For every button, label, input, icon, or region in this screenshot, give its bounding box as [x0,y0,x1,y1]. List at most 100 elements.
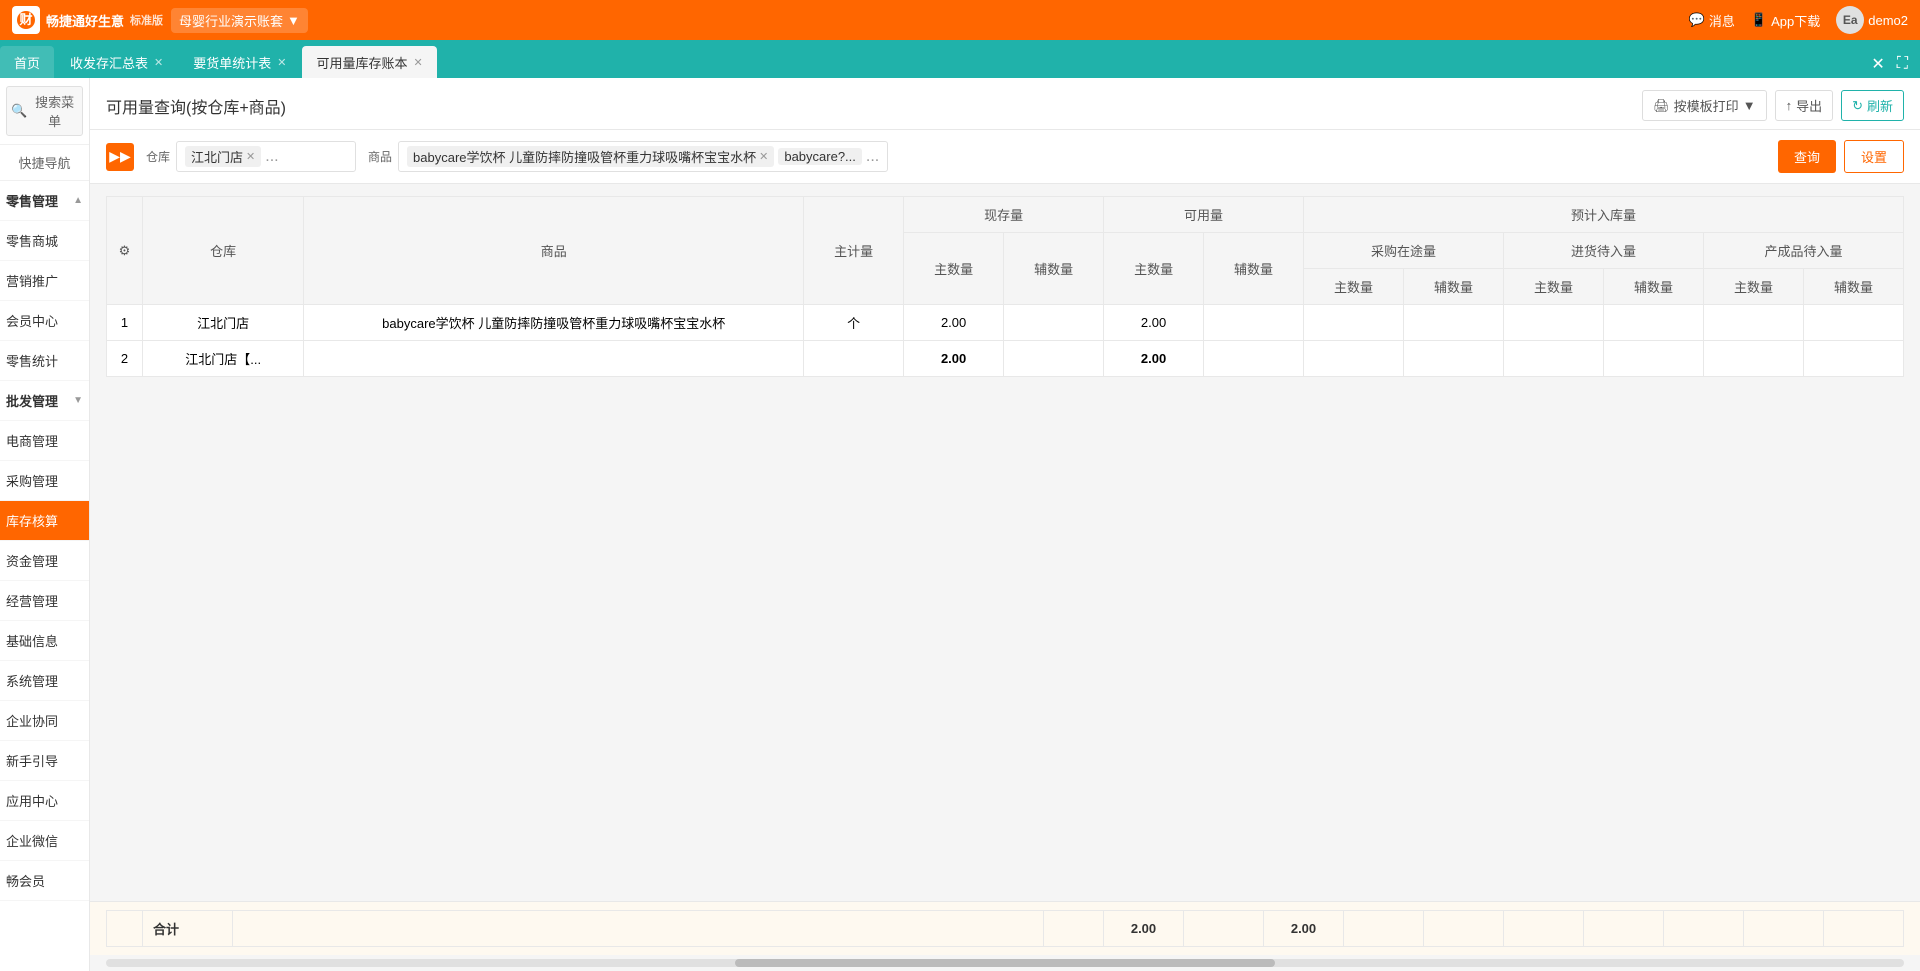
settings-btn[interactable]: 设置 [1844,140,1904,173]
incoming-pending-header: 进货待入量 [1504,233,1704,269]
row1-finished-main [1703,305,1803,341]
row1-incoming-aux [1604,305,1704,341]
horizontal-scrollbar[interactable] [106,959,1904,967]
refresh-icon: ↻ [1852,98,1863,114]
finished-goods-header: 产成品待入量 [1703,233,1903,269]
avatar: Ea [1836,6,1864,34]
user-profile[interactable]: Ea demo2 [1836,6,1908,34]
row1-incoming-main [1504,305,1604,341]
quick-nav-btn[interactable]: 快捷导航 [0,145,89,181]
nav-fullscreen-btn[interactable]: ⛶ [1893,51,1912,77]
query-btn[interactable]: 查询 [1778,140,1836,173]
app-download-icon: 📱 [1751,12,1767,28]
tab-available-stock[interactable]: 可用量库存账本 ✕ [302,46,436,78]
sidebar-item-basic-info[interactable]: 基础信息 [0,621,89,661]
sidebar-item-inventory-check[interactable]: 库存核算 [0,501,89,541]
tab-order-stats[interactable]: 要货单统计表 ✕ [179,46,300,78]
table-container: ⚙ 仓库 商品 主计量 现存量 可用量 预计入库量 主数量 辅数量 主数量 辅数… [90,184,1920,901]
sidebar-item-app-center[interactable]: 应用中心 [0,781,89,821]
row2-incoming-main [1504,341,1604,377]
warehouse-label: 仓库 [146,148,170,165]
close-tab-available-stock[interactable]: ✕ [414,56,423,69]
col-product-header: 商品 [304,197,804,305]
page-actions: 🖨 按模板打印 ▼ ↑ 导出 ↻ 刷新 [1642,90,1904,121]
tab-receive-summary[interactable]: 收发存汇总表 ✕ [56,46,177,78]
total-unit-empty [1044,911,1104,947]
sidebar-item-enterprise-collab[interactable]: 企业协同 [0,701,89,741]
row2-product [304,341,804,377]
main-layout: 🔍 搜索菜单 快捷导航 零售管理 ▲ 零售商城 营销推广 会员中心 零售统计 批… [0,78,1920,971]
available-main-qty-header: 主数量 [1104,233,1204,305]
row2-stock-aux [1004,341,1104,377]
row1-finished-aux [1803,305,1903,341]
warehouse-input[interactable]: 江北门店 ✕ ... [176,141,356,172]
sidebar-item-new-guide[interactable]: 新手引导 [0,741,89,781]
close-tab-order-stats[interactable]: ✕ [277,56,286,69]
sidebar-item-vip-member[interactable]: 畅会员 [0,861,89,901]
sidebar-item-member-center[interactable]: 会员中心 [0,301,89,341]
sidebar-item-retail-mall[interactable]: 零售商城 [0,221,89,261]
col-available-header: 可用量 [1104,197,1304,233]
row2-incoming-aux [1604,341,1704,377]
row1-available-main: 2.00 [1104,305,1204,341]
row1-stock-aux [1004,305,1104,341]
sidebar-item-ecommerce-mgmt[interactable]: 电商管理 [0,421,89,461]
sidebar-item-retail-mgmt[interactable]: 零售管理 ▲ [0,181,89,221]
template-print-btn[interactable]: 🖨 按模板打印 ▼ [1642,90,1766,121]
print-icon: 🖨 [1653,98,1670,114]
row1-purchase-main [1304,305,1404,341]
sidebar-item-purchase-mgmt[interactable]: 采购管理 [0,461,89,501]
scrollbar-area [90,955,1920,971]
sidebar-item-enterprise-wechat[interactable]: 企业微信 [0,821,89,861]
total-available-main: 2.00 [1264,911,1344,947]
search-menu-btn[interactable]: 🔍 搜索菜单 [6,86,83,136]
total-finished-main [1744,911,1824,947]
remove-warehouse-tag[interactable]: ✕ [246,150,255,163]
remove-product-tag-1[interactable]: ✕ [759,150,768,163]
filter-actions: 查询 设置 [1778,140,1904,173]
sidebar-item-system-mgmt[interactable]: 系统管理 [0,661,89,701]
total-available-aux [1344,911,1424,947]
row1-unit: 个 [804,305,904,341]
sidebar-item-wholesale-mgmt[interactable]: 批发管理 ▼ [0,381,89,421]
sidebar-item-retail-stats[interactable]: 零售统计 [0,341,89,381]
refresh-btn[interactable]: ↻ 刷新 [1841,90,1904,121]
expand-icon-wholesale: ▼ [73,395,83,406]
industry-selector[interactable]: 母婴行业演示账套 ▼ [171,8,308,33]
table-row: 2 江北门店【... 2.00 2.00 [107,341,1904,377]
app-download-btn[interactable]: 📱 App下载 [1751,11,1820,30]
row2-finished-aux [1803,341,1903,377]
product-label: 商品 [368,148,392,165]
message-btn[interactable]: 💬 消息 [1689,11,1735,30]
incoming-main-header: 主数量 [1504,269,1604,305]
page-title: 可用量查询(按仓库+商品) [106,94,286,118]
sidebar-item-finance-mgmt[interactable]: 资金管理 [0,541,89,581]
col-current-stock-header: 现存量 [904,197,1104,233]
table-row: 1 江北门店 babycare学饮杯 儿童防摔防撞吸管杯重力球吸嘴杯宝宝水杯 个… [107,305,1904,341]
product-input[interactable]: babycare学饮杯 儿童防摔防撞吸管杯重力球吸嘴杯宝宝水杯 ✕ babyca… [398,141,888,172]
row2-index: 2 [107,341,143,377]
product-more-btn[interactable]: ... [866,148,879,166]
warehouse-more-btn[interactable]: ... [265,148,278,166]
filter-expand-btn[interactable]: ▶▶ [106,143,134,171]
close-tab-receive-summary[interactable]: ✕ [154,56,163,69]
tab-home[interactable]: 首页 [0,46,54,78]
scrollbar-thumb[interactable] [735,959,1274,967]
col-main-unit-header: 主计量 [804,197,904,305]
col-warehouse-header: 仓库 [143,197,304,305]
logo-area: 财 畅捷通好生意 标准版 [12,6,163,34]
sidebar-item-marketing[interactable]: 营销推广 [0,261,89,301]
settings-icon[interactable]: ⚙ [119,243,131,258]
filter-bar: ▶▶ 仓库 江北门店 ✕ ... 商品 babycare学饮杯 儿童防摔防撞吸管… [90,130,1920,184]
incoming-aux-header: 辅数量 [1604,269,1704,305]
export-btn[interactable]: ↑ 导出 [1775,90,1834,121]
row2-stock-main: 2.00 [904,341,1004,377]
row1-warehouse: 江北门店 [143,305,304,341]
nav-close-btn[interactable]: ✕ [1867,50,1888,78]
row2-warehouse: 江北门店【... [143,341,304,377]
app-logo-icon: 财 [12,6,40,34]
sidebar-item-operations-mgmt[interactable]: 经营管理 [0,581,89,621]
total-incoming-aux [1664,911,1744,947]
search-icon: 🔍 [11,103,27,119]
total-empty-settings [107,911,143,947]
